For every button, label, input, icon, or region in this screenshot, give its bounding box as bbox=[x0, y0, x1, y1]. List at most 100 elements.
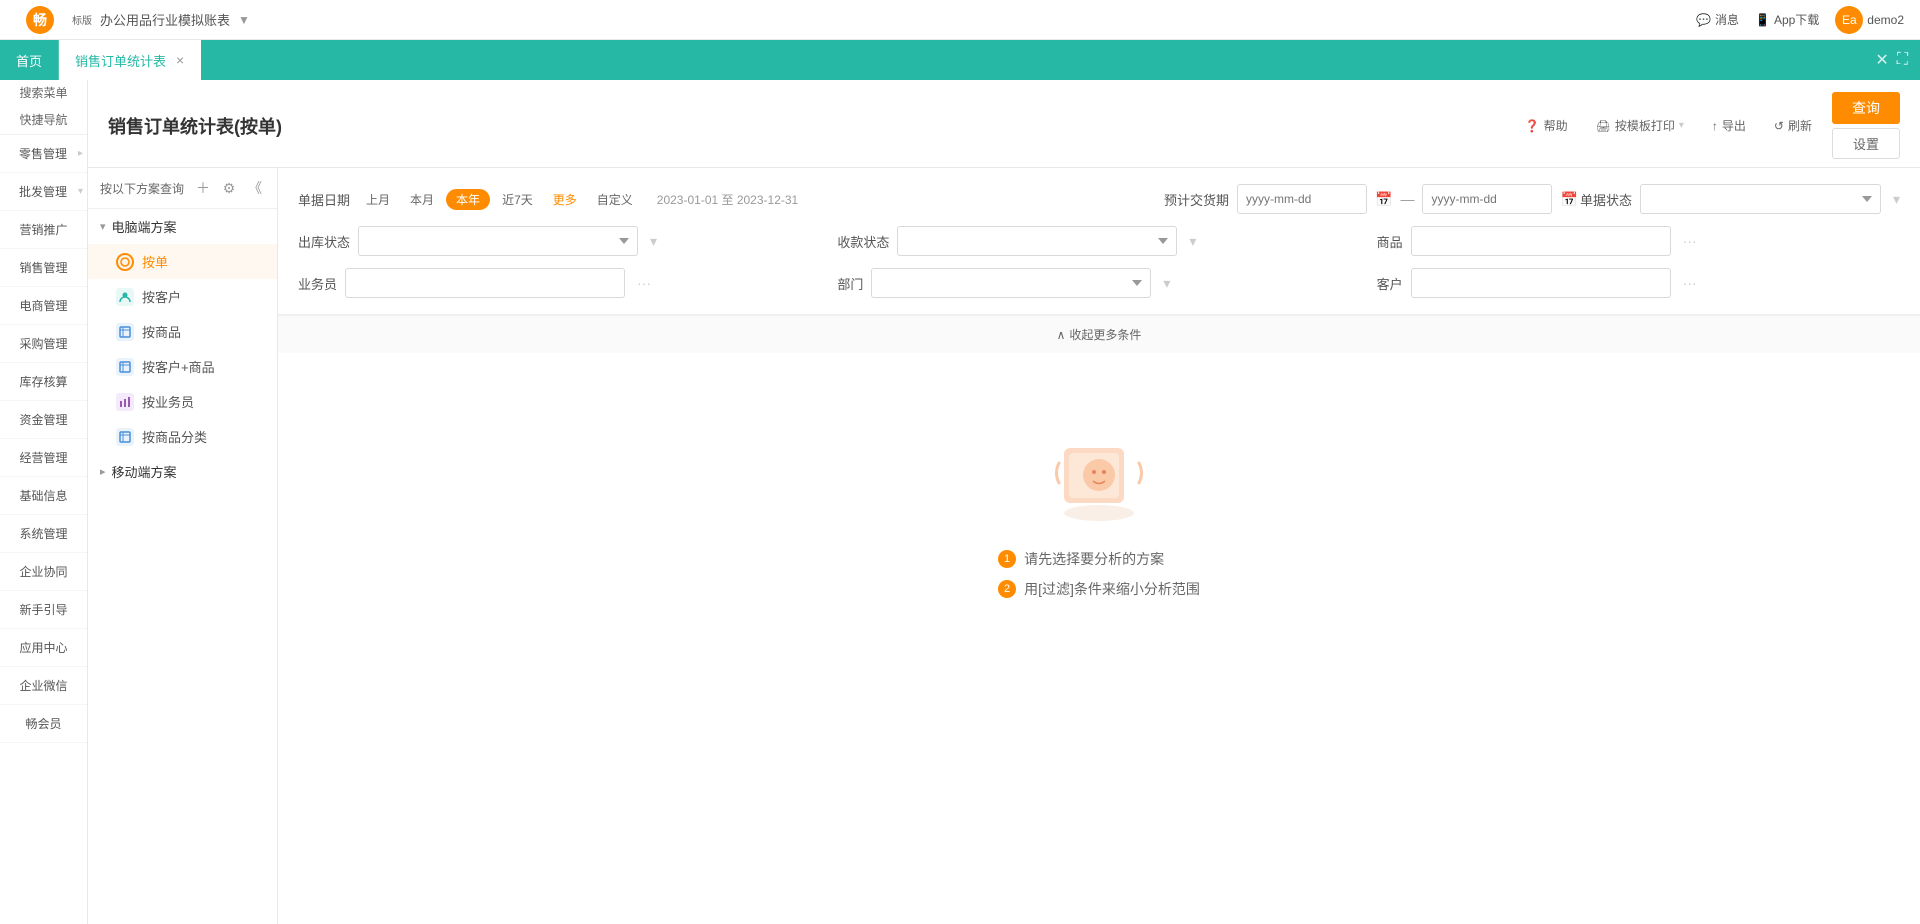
sidebar-item-retail[interactable]: 零售管理 ▸ bbox=[0, 135, 87, 173]
main-layout: 搜索菜单 快捷导航 零售管理 ▸ 批发管理 ▾ 营销推广 销售管理 电商管理 采… bbox=[0, 80, 1920, 924]
sidebar-quick-nav[interactable]: 快捷导航 bbox=[0, 105, 87, 135]
calendar-end-icon[interactable]: 📅 bbox=[1560, 191, 1577, 208]
salesperson-more-icon[interactable]: ··· bbox=[637, 275, 651, 291]
scheme-panel-actions: ＋ ⚙ 《 bbox=[193, 178, 265, 198]
scheme-item-by-order[interactable]: 按单 bbox=[88, 244, 277, 279]
payment-more-icon[interactable]: ▾ bbox=[1189, 233, 1196, 250]
tab-bar: 首页 销售订单统计表 × ✕ ⛶ bbox=[0, 40, 1920, 80]
scheme-item-order-icon bbox=[116, 253, 134, 271]
add-scheme-icon[interactable]: ＋ bbox=[193, 178, 213, 198]
payment-status-select[interactable] bbox=[897, 226, 1177, 256]
goods-more-icon[interactable]: ··· bbox=[1683, 233, 1697, 249]
goods-label: 商品 bbox=[1377, 232, 1403, 251]
settings-button[interactable]: 设置 bbox=[1832, 128, 1900, 159]
top-bar: 畅 标版 办公用品行业模拟账表 ▼ 💬 消息 📱 App下载 Ea demo2 bbox=[0, 0, 1920, 40]
date-btn-custom[interactable]: 自定义 bbox=[589, 189, 641, 210]
refresh-icon: ↺ bbox=[1774, 119, 1784, 133]
sidebar-item-finance[interactable]: 资金管理 bbox=[0, 401, 87, 439]
sidebar-item-sales[interactable]: 销售管理 bbox=[0, 249, 87, 287]
sidebar-item-basics[interactable]: 基础信息 bbox=[0, 477, 87, 515]
tab-sales-stats[interactable]: 销售订单统计表 × bbox=[59, 40, 201, 80]
scheme-item-by-goods[interactable]: 按商品 bbox=[88, 314, 277, 349]
app-download-label: App下载 bbox=[1774, 11, 1819, 28]
app-download-button[interactable]: 📱 App下载 bbox=[1755, 11, 1819, 28]
filter-col-shipping: 出库状态 ▾ bbox=[298, 226, 821, 256]
empty-tips: 1 请先选择要分析的方案 2 用[过滤]条件来缩小分析范围 bbox=[998, 549, 1200, 599]
tab-maximize-button[interactable]: ⛶ bbox=[1897, 51, 1908, 69]
doc-status-select[interactable] bbox=[1640, 184, 1881, 214]
scheme-group-header-pc[interactable]: ▾ 电脑端方案 bbox=[88, 209, 277, 244]
app-title-arrow[interactable]: ▼ bbox=[238, 13, 250, 27]
department-select[interactable] bbox=[871, 268, 1151, 298]
scheme-item-cg-icon bbox=[116, 358, 134, 376]
filter-col-date: 单据日期 上月 本月 本年 近7天 更多 自定义 2023-01-01 至 20… bbox=[298, 189, 1148, 210]
scheme-group-header-mobile[interactable]: ▸ 移动端方案 bbox=[88, 454, 277, 489]
print-arrow-icon: ▾ bbox=[1679, 120, 1684, 131]
date-btn-more[interactable]: 更多 bbox=[545, 189, 585, 210]
expected-delivery-label: 预计交货期 bbox=[1164, 190, 1229, 209]
sidebar-item-purchase[interactable]: 采购管理 bbox=[0, 325, 87, 363]
customer-more-icon[interactable]: ··· bbox=[1683, 275, 1697, 291]
date-btn-last-month[interactable]: 上月 bbox=[358, 189, 398, 210]
settings-scheme-icon[interactable]: ⚙ bbox=[219, 178, 239, 198]
sidebar-item-inventory[interactable]: 库存核算 bbox=[0, 363, 87, 401]
tab-close-icon[interactable]: × bbox=[176, 52, 184, 68]
sidebar-item-wechat[interactable]: 企业微信 bbox=[0, 667, 87, 705]
tab-home[interactable]: 首页 bbox=[0, 40, 59, 80]
sidebar-item-enterprise[interactable]: 企业协同 bbox=[0, 553, 87, 591]
message-button[interactable]: 💬 消息 bbox=[1696, 11, 1739, 28]
tab-close-all-button[interactable]: ✕ bbox=[1875, 50, 1888, 70]
query-button[interactable]: 查询 bbox=[1832, 92, 1900, 124]
help-button[interactable]: ❓ 帮助 bbox=[1517, 113, 1576, 138]
sidebar-item-appcenter[interactable]: 应用中心 bbox=[0, 629, 87, 667]
shipping-status-select[interactable] bbox=[358, 226, 638, 256]
scheme-item-cg-label: 按客户+商品 bbox=[142, 357, 215, 376]
refresh-button[interactable]: ↺ 刷新 bbox=[1766, 113, 1820, 138]
scheme-item-goods-label: 按商品 bbox=[142, 322, 181, 341]
collapse-icon: ∧ bbox=[1057, 328, 1066, 342]
print-button[interactable]: 🖨 按模板打印 ▾ bbox=[1588, 113, 1692, 138]
export-button[interactable]: ↑ 导出 bbox=[1704, 113, 1754, 138]
top-bar-left: 畅 标版 办公用品行业模拟账表 ▼ bbox=[16, 2, 250, 38]
sidebar-item-operations[interactable]: 经营管理 bbox=[0, 439, 87, 477]
date-btn-this-year[interactable]: 本年 bbox=[446, 189, 490, 210]
expected-date-end-input[interactable] bbox=[1422, 184, 1552, 214]
sidebar-item-marketing[interactable]: 营销推广 bbox=[0, 211, 87, 249]
goods-input[interactable] bbox=[1411, 226, 1671, 256]
date-quick-buttons: 上月 本月 本年 近7天 更多 自定义 bbox=[358, 189, 641, 210]
date-btn-last-7days[interactable]: 近7天 bbox=[494, 189, 541, 210]
sidebar-item-newbie[interactable]: 新手引导 bbox=[0, 591, 87, 629]
department-label: 部门 bbox=[837, 274, 863, 293]
sidebar-item-wholesale[interactable]: 批发管理 ▾ bbox=[0, 173, 87, 211]
date-btn-this-month[interactable]: 本月 bbox=[402, 189, 442, 210]
user-profile[interactable]: Ea demo2 bbox=[1835, 6, 1904, 34]
filter-col-department: 部门 ▾ bbox=[837, 268, 1360, 298]
empty-tip-2: 2 用[过滤]条件来缩小分析范围 bbox=[998, 579, 1200, 599]
calendar-start-icon[interactable]: 📅 bbox=[1375, 191, 1392, 208]
content: 销售订单统计表(按单) ❓ 帮助 🖨 按模板打印 ▾ ↑ 导出 ↺ 刷新 bbox=[88, 80, 1920, 924]
sidebar-item-member[interactable]: 畅会员 bbox=[0, 705, 87, 743]
shipping-more-icon[interactable]: ▾ bbox=[650, 233, 657, 250]
doc-status-more-icon[interactable]: ▾ bbox=[1893, 191, 1900, 208]
sidebar-item-system[interactable]: 系统管理 bbox=[0, 515, 87, 553]
scheme-item-by-category[interactable]: 按商品分类 bbox=[88, 419, 277, 454]
customer-input[interactable] bbox=[1411, 268, 1671, 298]
scheme-item-by-salesperson[interactable]: 按业务员 bbox=[88, 384, 277, 419]
department-more-icon[interactable]: ▾ bbox=[1163, 275, 1170, 292]
scheme-item-by-customer[interactable]: 按客户 bbox=[88, 279, 277, 314]
filter-col-customer: 客户 ··· bbox=[1377, 268, 1900, 298]
sidebar-item-ecommerce[interactable]: 电商管理 bbox=[0, 287, 87, 325]
collapse-scheme-icon[interactable]: 《 bbox=[245, 178, 265, 198]
page-title: 销售订单统计表(按单) bbox=[108, 113, 282, 139]
chevron-down-icon: ▾ bbox=[78, 186, 83, 197]
sidebar-search-button[interactable]: 搜索菜单 bbox=[0, 80, 87, 105]
collapse-bar[interactable]: ∧ 收起更多条件 bbox=[278, 315, 1920, 353]
filter-col-payment: 收款状态 ▾ bbox=[837, 226, 1360, 256]
message-icon: 💬 bbox=[1696, 13, 1711, 27]
filter-section-main: 单据日期 上月 本月 本年 近7天 更多 自定义 2023-01-01 至 20… bbox=[278, 168, 1920, 315]
content-body: 按以下方案查询 ＋ ⚙ 《 ▾ 电脑端方案 bbox=[88, 168, 1920, 924]
expected-date-start-input[interactable] bbox=[1237, 184, 1367, 214]
empty-tip-1-text: 请先选择要分析的方案 bbox=[1024, 549, 1164, 569]
scheme-item-by-customer-goods[interactable]: 按客户+商品 bbox=[88, 349, 277, 384]
salesperson-input[interactable] bbox=[345, 268, 625, 298]
